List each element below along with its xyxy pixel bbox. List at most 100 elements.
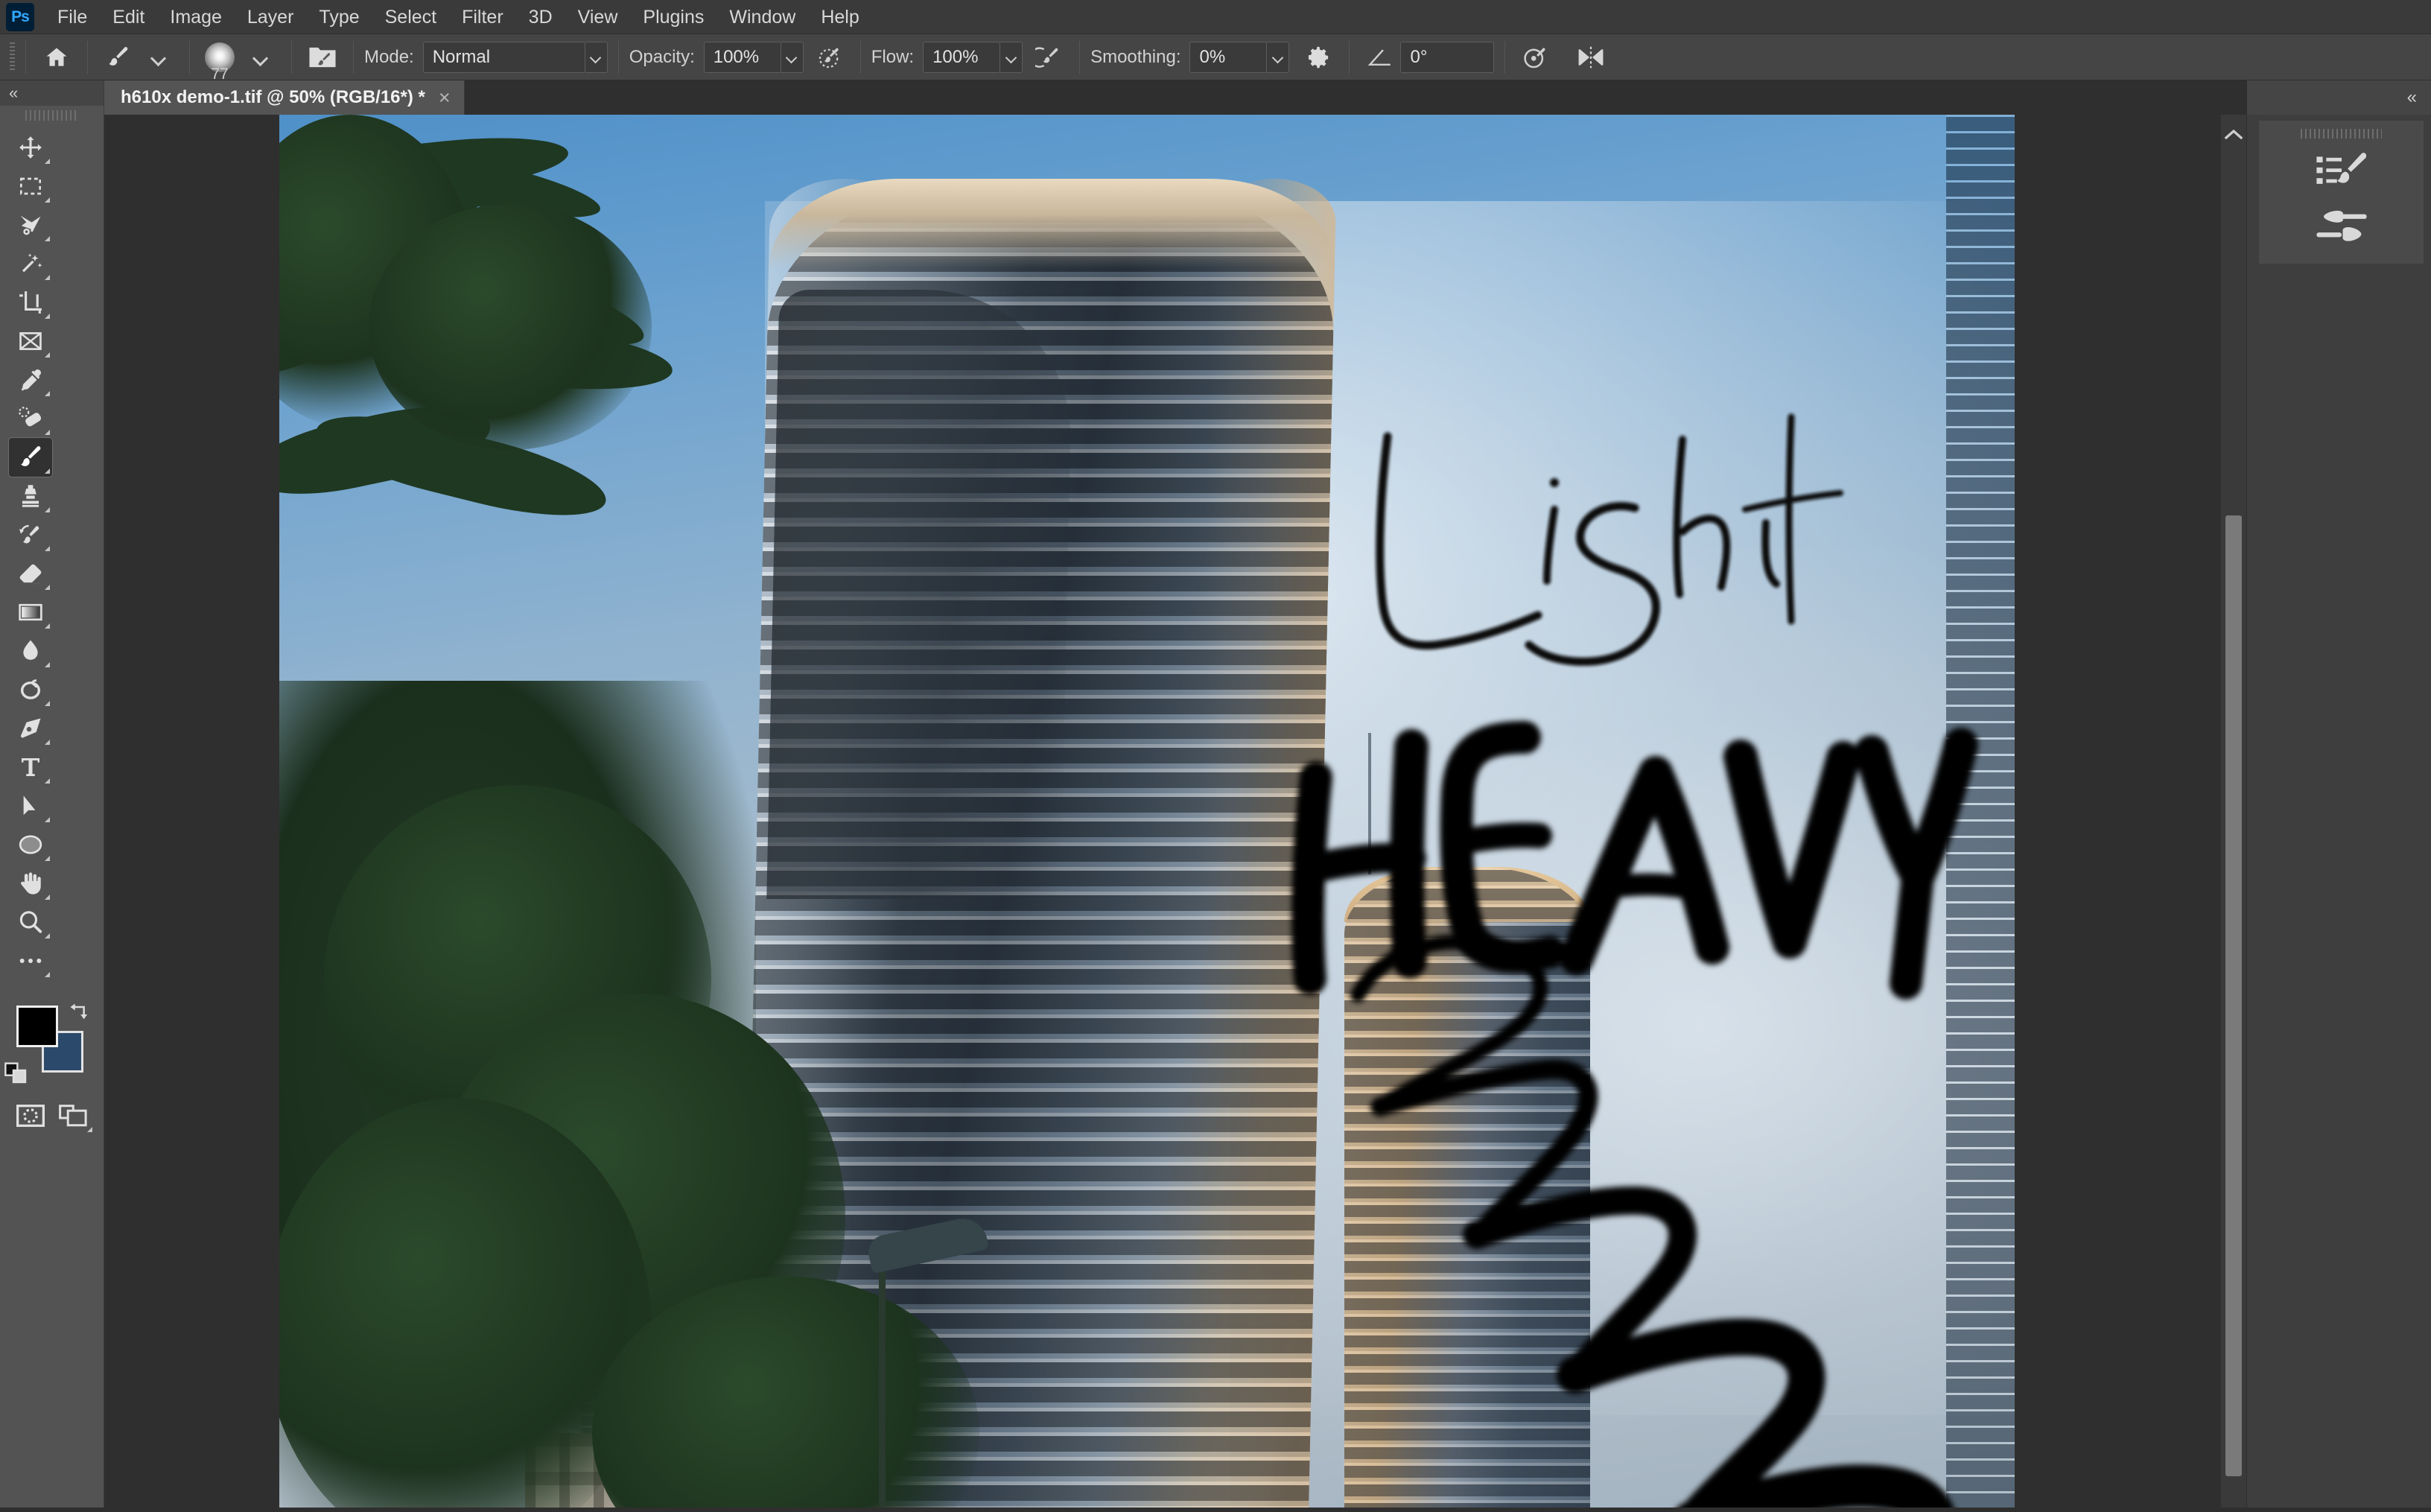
hand-tool[interactable] [9,864,52,903]
edit-toolbar-tool[interactable] [9,941,52,980]
divider [353,40,354,74]
blend-mode-select[interactable]: Normal [422,41,585,73]
menu-select[interactable]: Select [372,0,449,34]
gear-icon[interactable] [1298,39,1338,75]
home-button[interactable] [29,34,84,80]
scrollbar-track[interactable] [2225,155,2242,1512]
blend-mode-chevron-icon[interactable] [585,41,608,73]
menu-layer[interactable]: Layer [235,0,307,34]
eraser-tool[interactable] [9,554,52,593]
path-selection-tool[interactable] [9,787,52,825]
opacity-chevron-icon[interactable] [781,41,804,73]
pressure-opacity-icon[interactable] [810,39,850,75]
dodge-tool[interactable] [9,670,52,709]
spot-healing-brush-tool[interactable] [9,399,52,438]
home-icon[interactable] [36,39,77,75]
brush-presets-panel-icon[interactable] [2259,146,2424,200]
brush-preset-chevron-icon[interactable] [139,39,179,75]
menu-help[interactable]: Help [808,0,871,34]
toolbar-collapse-button[interactable]: « [0,80,104,106]
move-tool[interactable] [9,128,52,167]
flow-chevron-icon[interactable] [1000,41,1023,73]
crop-tool[interactable] [9,283,52,322]
smoothing-input[interactable]: 0% [1189,41,1268,73]
pen-tool[interactable] [9,709,52,748]
default-colors-icon[interactable] [4,1062,28,1084]
symmetry-butterfly-icon[interactable] [1571,39,1611,75]
symmetry-button[interactable] [1563,34,1618,80]
canvas-vertical-scrollbar[interactable] [2221,115,2246,1512]
opacity-label: Opacity: [629,46,695,67]
rectangular-marquee-tool[interactable] [9,167,52,206]
menu-view[interactable]: View [565,0,631,34]
menu-plugins[interactable]: Plugins [630,0,716,34]
quick-mask-icon[interactable] [9,1096,52,1135]
panel-icon-strip [2259,121,2424,264]
brush-preset-icon[interactable] [98,39,139,75]
palm-tree [279,115,676,606]
angle-icon [1360,39,1400,75]
menu-file[interactable]: File [45,0,100,34]
menu-filter[interactable]: Filter [449,0,516,34]
menu-3d[interactable]: 3D [516,0,565,34]
object-selection-tool[interactable] [9,244,52,283]
pressure-size-button[interactable] [1508,34,1563,80]
mode-label: Mode: [364,46,414,67]
gradient-tool[interactable] [9,593,52,632]
opacity-input[interactable]: 100% [703,41,781,73]
panel-grip[interactable] [2301,125,2382,142]
angle-input[interactable]: 0° [1400,41,1495,73]
foreground-color-swatch[interactable] [16,1006,58,1047]
brush-settings-panel-icon[interactable] [2259,200,2424,253]
divider [25,40,26,74]
flow-input[interactable]: 100% [923,41,1001,73]
type-tool[interactable] [9,748,52,787]
toggle-brush-panel-button[interactable] [295,34,350,80]
menu-window[interactable]: Window [716,0,808,34]
document-canvas[interactable] [279,115,2015,1512]
brush-settings-folder-icon[interactable] [302,39,343,75]
pressure-size-icon[interactable] [1516,39,1556,75]
close-icon[interactable]: × [439,87,451,108]
brush-size-preview-group[interactable]: 77 [193,34,288,83]
photoshop-logo: Ps [6,2,34,31]
menu-type[interactable]: Type [306,0,372,34]
document-tab[interactable]: h610x demo-1.tif @ 50% (RGB/16*) * × [104,80,465,115]
airbrush-icon[interactable] [1029,39,1069,75]
options-bar-grip[interactable] [6,42,18,72]
menu-image[interactable]: Image [157,0,234,34]
swap-colors-icon[interactable] [69,1000,91,1022]
zoom-tool[interactable] [9,903,52,941]
brush-size-chevron-icon[interactable] [241,39,281,75]
brush-tip-preview[interactable]: 77 [200,42,239,83]
clone-stamp-tool[interactable] [9,477,52,515]
screen-mode-icon[interactable] [52,1096,95,1135]
flow-group: Flow: 100% [864,34,1076,80]
brush-tool[interactable] [8,437,53,477]
divider [87,40,88,74]
toolbar-grip[interactable] [25,106,78,125]
frame-tool[interactable] [9,322,52,360]
chevron-up-icon[interactable] [2221,115,2246,155]
tool-options-bar: 77 Mode: Normal Opacity: 100% Flow: 100%… [0,34,2431,83]
history-brush-tool[interactable] [9,515,52,554]
panel-collapse-button[interactable]: « [2247,80,2431,115]
divider [189,40,190,74]
ellipse-tool[interactable] [9,825,52,864]
eyedropper-tool[interactable] [9,360,52,399]
mode-buttons [0,1089,104,1135]
canvas-area[interactable] [104,115,2246,1512]
divider [1349,40,1350,74]
divider [291,40,292,74]
scrollbar-thumb[interactable] [2225,515,2242,1476]
color-swatches [0,1000,104,1089]
angle-group: 0° [1353,34,1502,80]
smoothing-chevron-icon[interactable] [1267,41,1290,73]
menu-edit[interactable]: Edit [100,0,157,34]
menu-bar: Ps File Edit Image Layer Type Select Fil… [0,0,2431,34]
divider [1504,40,1506,74]
blur-tool[interactable] [9,632,52,670]
flow-label: Flow: [871,46,915,67]
brush-preset-picker[interactable] [91,34,186,80]
lasso-tool[interactable] [9,206,52,244]
